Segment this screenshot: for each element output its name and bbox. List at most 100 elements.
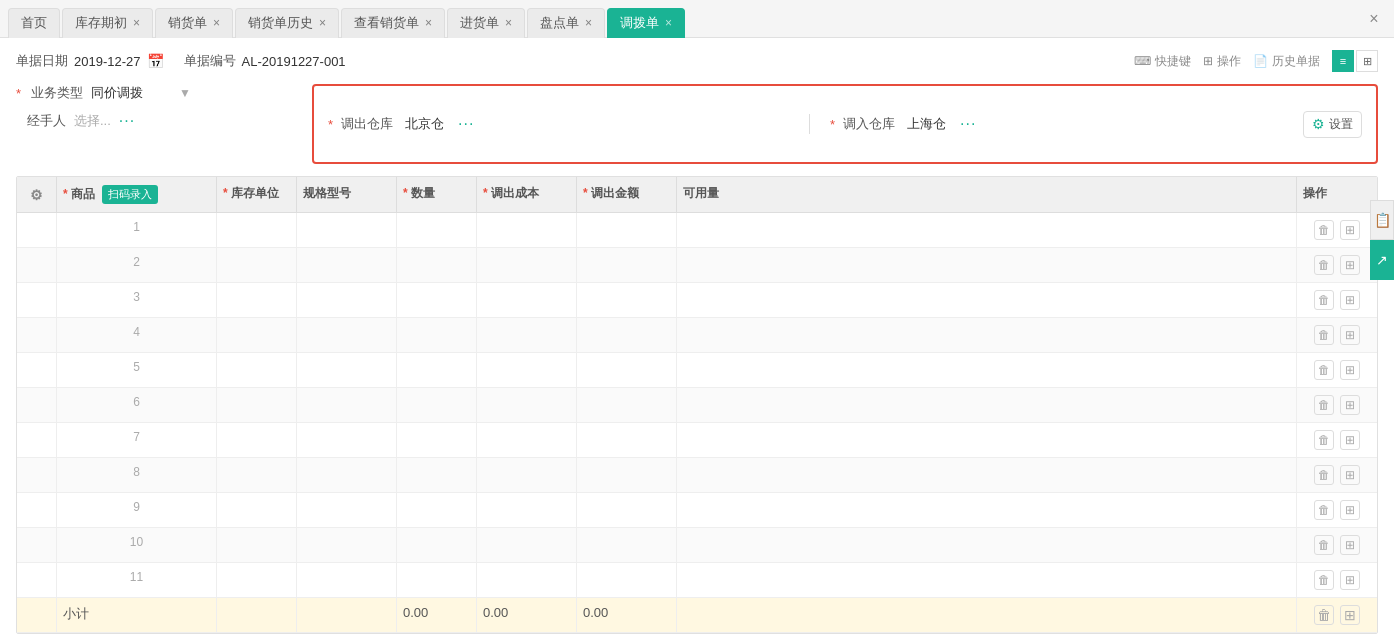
row-available-1[interactable] [677, 248, 1297, 282]
row-amount-3[interactable] [577, 318, 677, 352]
ops-action[interactable]: ⊞ 操作 [1203, 53, 1241, 70]
close-inventory[interactable]: × [585, 17, 592, 29]
row-cost-8[interactable] [477, 493, 577, 527]
table-gear-icon[interactable]: ⚙ [30, 187, 43, 203]
row-cost-4[interactable] [477, 353, 577, 387]
row-cost-6[interactable] [477, 423, 577, 457]
row-amount-1[interactable] [577, 248, 677, 282]
row-delete-icon-2[interactable]: 🗑 [1314, 290, 1334, 310]
close-purchase[interactable]: × [505, 17, 512, 29]
shortcut-action[interactable]: ⌨ 快捷键 [1134, 53, 1191, 70]
row-amount-5[interactable] [577, 388, 677, 422]
row-delete-icon-3[interactable]: 🗑 [1314, 325, 1334, 345]
tab-purchase[interactable]: 进货单 × [447, 8, 525, 38]
row-qty-2[interactable] [397, 283, 477, 317]
sidebar-list-icon[interactable]: 📋 [1370, 200, 1394, 240]
row-unit-3[interactable] [217, 318, 297, 352]
row-cost-7[interactable] [477, 458, 577, 492]
person-more-icon[interactable]: ··· [119, 112, 135, 130]
row-copy-icon-2[interactable]: ⊞ [1340, 290, 1360, 310]
row-available-8[interactable] [677, 493, 1297, 527]
row-copy-icon-10[interactable]: ⊞ [1340, 570, 1360, 590]
close-view-sales[interactable]: × [425, 17, 432, 29]
row-delete-icon-5[interactable]: 🗑 [1314, 395, 1334, 415]
row-delete-icon-0[interactable]: 🗑 [1314, 220, 1334, 240]
row-cost-3[interactable] [477, 318, 577, 352]
calendar-icon[interactable]: 📅 [147, 53, 164, 69]
row-amount-2[interactable] [577, 283, 677, 317]
row-delete-icon-10[interactable]: 🗑 [1314, 570, 1334, 590]
row-copy-icon-9[interactable]: ⊞ [1340, 535, 1360, 555]
history-action[interactable]: 📄 历史单据 [1253, 53, 1320, 70]
row-amount-6[interactable] [577, 423, 677, 457]
transfer-in-more-icon[interactable]: ··· [960, 115, 976, 133]
scan-entry-button[interactable]: 扫码录入 [102, 185, 158, 204]
view-grid-btn[interactable]: ⊞ [1356, 50, 1378, 72]
row-qty-3[interactable] [397, 318, 477, 352]
row-amount-10[interactable] [577, 563, 677, 597]
row-qty-9[interactable] [397, 528, 477, 562]
row-unit-4[interactable] [217, 353, 297, 387]
close-sales-history[interactable]: × [319, 17, 326, 29]
row-copy-icon-3[interactable]: ⊞ [1340, 325, 1360, 345]
row-spec-2[interactable] [297, 283, 397, 317]
transfer-out-more-icon[interactable]: ··· [458, 115, 474, 133]
row-copy-icon-6[interactable]: ⊞ [1340, 430, 1360, 450]
row-available-3[interactable] [677, 318, 1297, 352]
row-qty-6[interactable] [397, 423, 477, 457]
tab-sales-history[interactable]: 销货单历史 × [235, 8, 339, 38]
tab-inventory-init[interactable]: 库存期初 × [62, 8, 153, 38]
row-copy-icon-5[interactable]: ⊞ [1340, 395, 1360, 415]
row-cost-1[interactable] [477, 248, 577, 282]
close-transfer[interactable]: × [665, 17, 672, 29]
row-spec-6[interactable] [297, 423, 397, 457]
row-amount-8[interactable] [577, 493, 677, 527]
row-available-10[interactable] [677, 563, 1297, 597]
row-spec-5[interactable] [297, 388, 397, 422]
person-select[interactable]: 选择... [74, 112, 111, 130]
row-cost-2[interactable] [477, 283, 577, 317]
transfer-out-value[interactable]: 北京仓 [405, 115, 444, 133]
row-qty-5[interactable] [397, 388, 477, 422]
close-sales-order[interactable]: × [213, 17, 220, 29]
row-copy-icon-7[interactable]: ⊞ [1340, 465, 1360, 485]
row-unit-8[interactable] [217, 493, 297, 527]
row-copy-icon-4[interactable]: ⊞ [1340, 360, 1360, 380]
row-available-4[interactable] [677, 353, 1297, 387]
view-list-btn[interactable]: ≡ [1332, 50, 1354, 72]
row-unit-0[interactable] [217, 213, 297, 247]
biz-type-select[interactable]: 同价调拨 [91, 84, 171, 102]
row-spec-0[interactable] [297, 213, 397, 247]
row-spec-3[interactable] [297, 318, 397, 352]
row-cost-10[interactable] [477, 563, 577, 597]
row-copy-icon-8[interactable]: ⊞ [1340, 500, 1360, 520]
row-delete-icon-1[interactable]: 🗑 [1314, 255, 1334, 275]
row-delete-icon-9[interactable]: 🗑 [1314, 535, 1334, 555]
close-inventory-init[interactable]: × [133, 17, 140, 29]
tab-sales-order[interactable]: 销货单 × [155, 8, 233, 38]
row-unit-6[interactable] [217, 423, 297, 457]
row-unit-10[interactable] [217, 563, 297, 597]
tab-inventory[interactable]: 盘点单 × [527, 8, 605, 38]
row-cost-9[interactable] [477, 528, 577, 562]
biz-type-dropdown-icon[interactable]: ▼ [179, 86, 191, 100]
th-gear[interactable]: ⚙ [17, 177, 57, 212]
row-qty-0[interactable] [397, 213, 477, 247]
subtotal-delete-icon[interactable]: 🗑 [1314, 605, 1334, 625]
row-available-6[interactable] [677, 423, 1297, 457]
row-unit-9[interactable] [217, 528, 297, 562]
row-unit-7[interactable] [217, 458, 297, 492]
row-qty-4[interactable] [397, 353, 477, 387]
transfer-in-value[interactable]: 上海仓 [907, 115, 946, 133]
row-available-7[interactable] [677, 458, 1297, 492]
row-qty-8[interactable] [397, 493, 477, 527]
settings-button[interactable]: ⚙ 设置 [1303, 111, 1362, 138]
row-amount-9[interactable] [577, 528, 677, 562]
row-available-5[interactable] [677, 388, 1297, 422]
sidebar-expand-icon[interactable]: ↗ [1370, 240, 1394, 280]
row-delete-icon-8[interactable]: 🗑 [1314, 500, 1334, 520]
subtotal-copy-icon[interactable]: ⊞ [1340, 605, 1360, 625]
row-available-0[interactable] [677, 213, 1297, 247]
row-unit-2[interactable] [217, 283, 297, 317]
row-delete-icon-4[interactable]: 🗑 [1314, 360, 1334, 380]
